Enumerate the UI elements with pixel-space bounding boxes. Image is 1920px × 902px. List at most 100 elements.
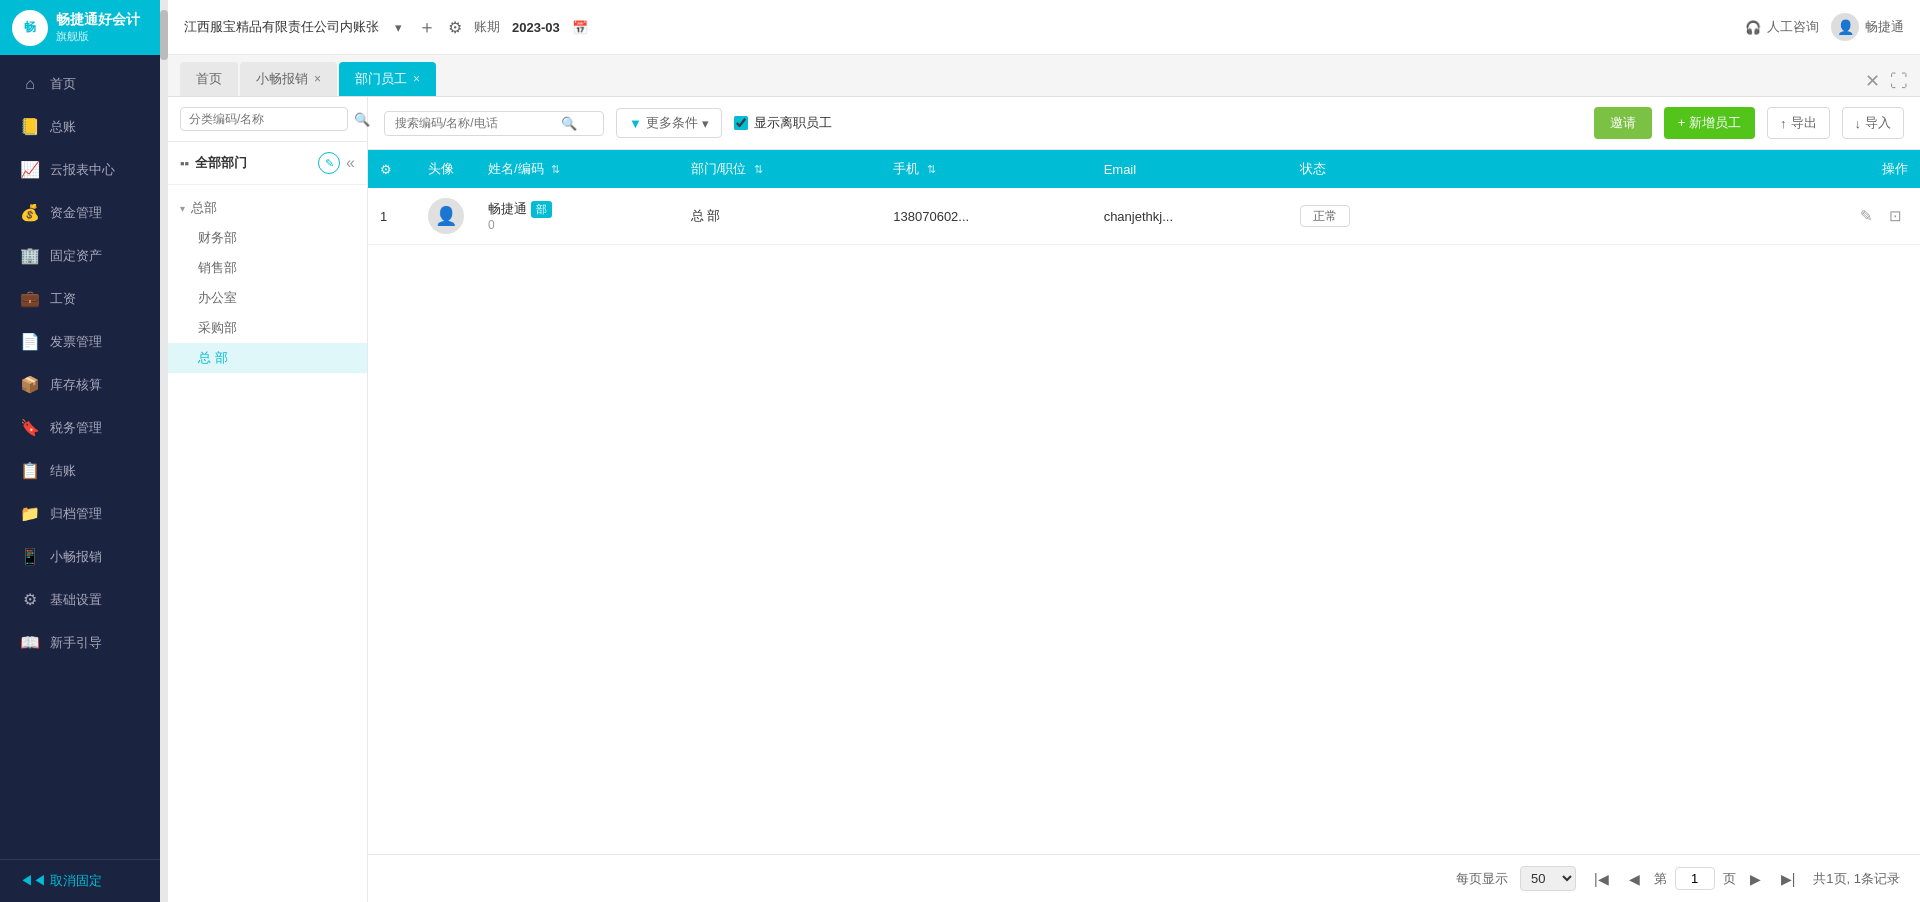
tax-icon: 🔖 (20, 418, 40, 437)
dept-child-finance[interactable]: 财务部 (168, 223, 367, 253)
sidebar-item-archive[interactable]: 📁 归档管理 (0, 492, 160, 535)
dept-parent-name: 总部 (191, 199, 217, 217)
tabs-bar: 首页 小畅报销 × 部门员工 × ✕ ⛶ (168, 55, 1920, 97)
assets-icon: 🏢 (20, 246, 40, 265)
sidebar-item-label: 库存核算 (50, 376, 102, 394)
arrow-down-icon: ▾ (180, 203, 185, 214)
export-icon: ↑ (1780, 116, 1787, 131)
archive-icon: 📁 (20, 504, 40, 523)
th-name[interactable]: 姓名/编码 ⇅ (476, 150, 679, 188)
settings-gear-icon[interactable]: ⚙ (448, 18, 462, 37)
sidebar-item-ledger[interactable]: 📒 总账 (0, 105, 160, 148)
sidebar-item-label: 总账 (50, 118, 76, 136)
user-menu[interactable]: 👤 畅捷通 (1831, 13, 1904, 41)
delete-employee-button[interactable]: ⊡ (1883, 205, 1908, 227)
tab-home-label: 首页 (196, 70, 222, 88)
grid-icon: ▪▪ (180, 156, 189, 171)
filter-chevron-icon: ▾ (702, 116, 709, 131)
page-number-input[interactable] (1675, 867, 1715, 890)
add-account-button[interactable]: ＋ (418, 15, 436, 39)
sidebar-unpin-button[interactable]: ◀◀ 取消固定 (0, 859, 160, 902)
sidebar-scrollbar[interactable] (160, 0, 168, 902)
filter-button[interactable]: ▼ 更多条件 ▾ (616, 108, 722, 138)
row-email: chanjethkj... (1092, 188, 1289, 245)
dept-edit-button[interactable]: ✎ (318, 152, 340, 174)
th-phone[interactable]: 手机 ⇅ (881, 150, 1091, 188)
name-block: 畅捷通 部 0 (488, 200, 552, 232)
first-page-button[interactable]: |◀ (1588, 869, 1615, 889)
dept-parent-general[interactable]: ▾ 总部 (168, 193, 367, 223)
edit-employee-button[interactable]: ✎ (1854, 205, 1879, 227)
dept-child-general[interactable]: 总 部 (168, 343, 367, 373)
sidebar-item-assets[interactable]: 🏢 固定资产 (0, 234, 160, 277)
page-no-label: 第 (1654, 870, 1667, 888)
sidebar-item-home[interactable]: ⌂ 首页 (0, 63, 160, 105)
salary-icon: 💼 (20, 289, 40, 308)
sidebar-item-finance[interactable]: 💰 资金管理 (0, 191, 160, 234)
sidebar-item-tax[interactable]: 🔖 税务管理 (0, 406, 160, 449)
th-email: Email (1092, 150, 1289, 188)
sidebar-item-label: 工资 (50, 290, 76, 308)
dept-panel: 🔍 ▪▪ 全部部门 ✎ « ▾ 总部 财务部 销售部 办公室 采购部 (168, 97, 368, 902)
guide-icon: 📖 (20, 633, 40, 652)
sidebar-item-inventory[interactable]: 📦 库存核算 (0, 363, 160, 406)
last-page-button[interactable]: ▶| (1775, 869, 1802, 889)
sidebar-item-settings[interactable]: ⚙ 基础设置 (0, 578, 160, 621)
show-resigned-checkbox-label[interactable]: 显示离职员工 (734, 114, 832, 132)
th-settings[interactable]: ⚙ (368, 150, 416, 188)
sidebar-item-expense[interactable]: 📱 小畅报销 (0, 535, 160, 578)
row-index: 1 (368, 188, 416, 245)
app-edition: 旗舰版 (56, 29, 140, 44)
dept-search: 🔍 (168, 97, 367, 142)
sidebar-item-label: 资金管理 (50, 204, 102, 222)
employee-search-input[interactable] (395, 116, 555, 130)
sidebar-item-label: 归档管理 (50, 505, 102, 523)
row-actions: ✎ ⊡ (1709, 188, 1920, 245)
dept-search-input[interactable] (180, 107, 348, 131)
dept-child-purchase[interactable]: 采购部 (168, 313, 367, 343)
page-size-label: 每页显示 (1456, 870, 1508, 888)
filter-label: 更多条件 (646, 114, 698, 132)
sidebar-item-reports[interactable]: 📈 云报表中心 (0, 148, 160, 191)
sidebar-item-label: 首页 (50, 75, 76, 93)
sidebar-item-guide[interactable]: 📖 新手引导 (0, 621, 160, 664)
dept-child-office[interactable]: 办公室 (168, 283, 367, 313)
calendar-icon[interactable]: 📅 (572, 20, 588, 35)
name-code-container: 畅捷通 部 0 (488, 200, 667, 232)
tab-expense[interactable]: 小畅报销 × (240, 62, 337, 96)
sidebar-item-label: 云报表中心 (50, 161, 115, 179)
import-button[interactable]: ↓ 导入 (1842, 107, 1905, 139)
add-employee-button[interactable]: + 新增员工 (1664, 107, 1755, 139)
dept-collapse-button[interactable]: « (346, 154, 355, 172)
import-icon: ↓ (1855, 116, 1862, 131)
sidebar-item-invoice[interactable]: 📄 发票管理 (0, 320, 160, 363)
sidebar-item-salary[interactable]: 💼 工资 (0, 277, 160, 320)
period-value: 2023-03 (512, 20, 560, 35)
company-dropdown-icon[interactable]: ▾ (395, 20, 402, 35)
tab-dept[interactable]: 部门员工 × (339, 62, 436, 96)
close-window-button[interactable]: ✕ (1865, 70, 1880, 92)
sidebar: 畅 畅捷通好会计 旗舰版 ⌂ 首页 📒 总账 📈 云报表中心 💰 资金管理 🏢 … (0, 0, 160, 902)
show-resigned-checkbox[interactable] (734, 116, 748, 130)
page-size-select[interactable]: 50 10 20 100 (1520, 866, 1576, 891)
reports-icon: 📈 (20, 160, 40, 179)
next-page-button[interactable]: ▶ (1744, 869, 1767, 889)
sidebar-item-label: 发票管理 (50, 333, 102, 351)
tab-expense-close[interactable]: × (314, 72, 321, 86)
dept-child-sales[interactable]: 销售部 (168, 253, 367, 283)
maximize-window-button[interactable]: ⛶ (1890, 71, 1908, 92)
export-button[interactable]: ↑ 导出 (1767, 107, 1830, 139)
ledger-icon: 📒 (20, 117, 40, 136)
sidebar-item-close[interactable]: 📋 结账 (0, 449, 160, 492)
tab-dept-close[interactable]: × (413, 72, 420, 86)
tab-home[interactable]: 首页 (180, 62, 238, 96)
sidebar-item-label: 基础设置 (50, 591, 102, 609)
service-button[interactable]: 🎧 人工咨询 (1745, 18, 1819, 36)
status-badge: 正常 (1300, 205, 1350, 227)
th-dept[interactable]: 部门/职位 ⇅ (679, 150, 882, 188)
employee-search-icon[interactable]: 🔍 (561, 116, 577, 131)
prev-page-button[interactable]: ◀ (1623, 869, 1646, 889)
invite-button[interactable]: 邀请 (1594, 107, 1652, 139)
headset-icon: 🎧 (1745, 20, 1761, 35)
dept-badge: 部 (531, 201, 552, 218)
